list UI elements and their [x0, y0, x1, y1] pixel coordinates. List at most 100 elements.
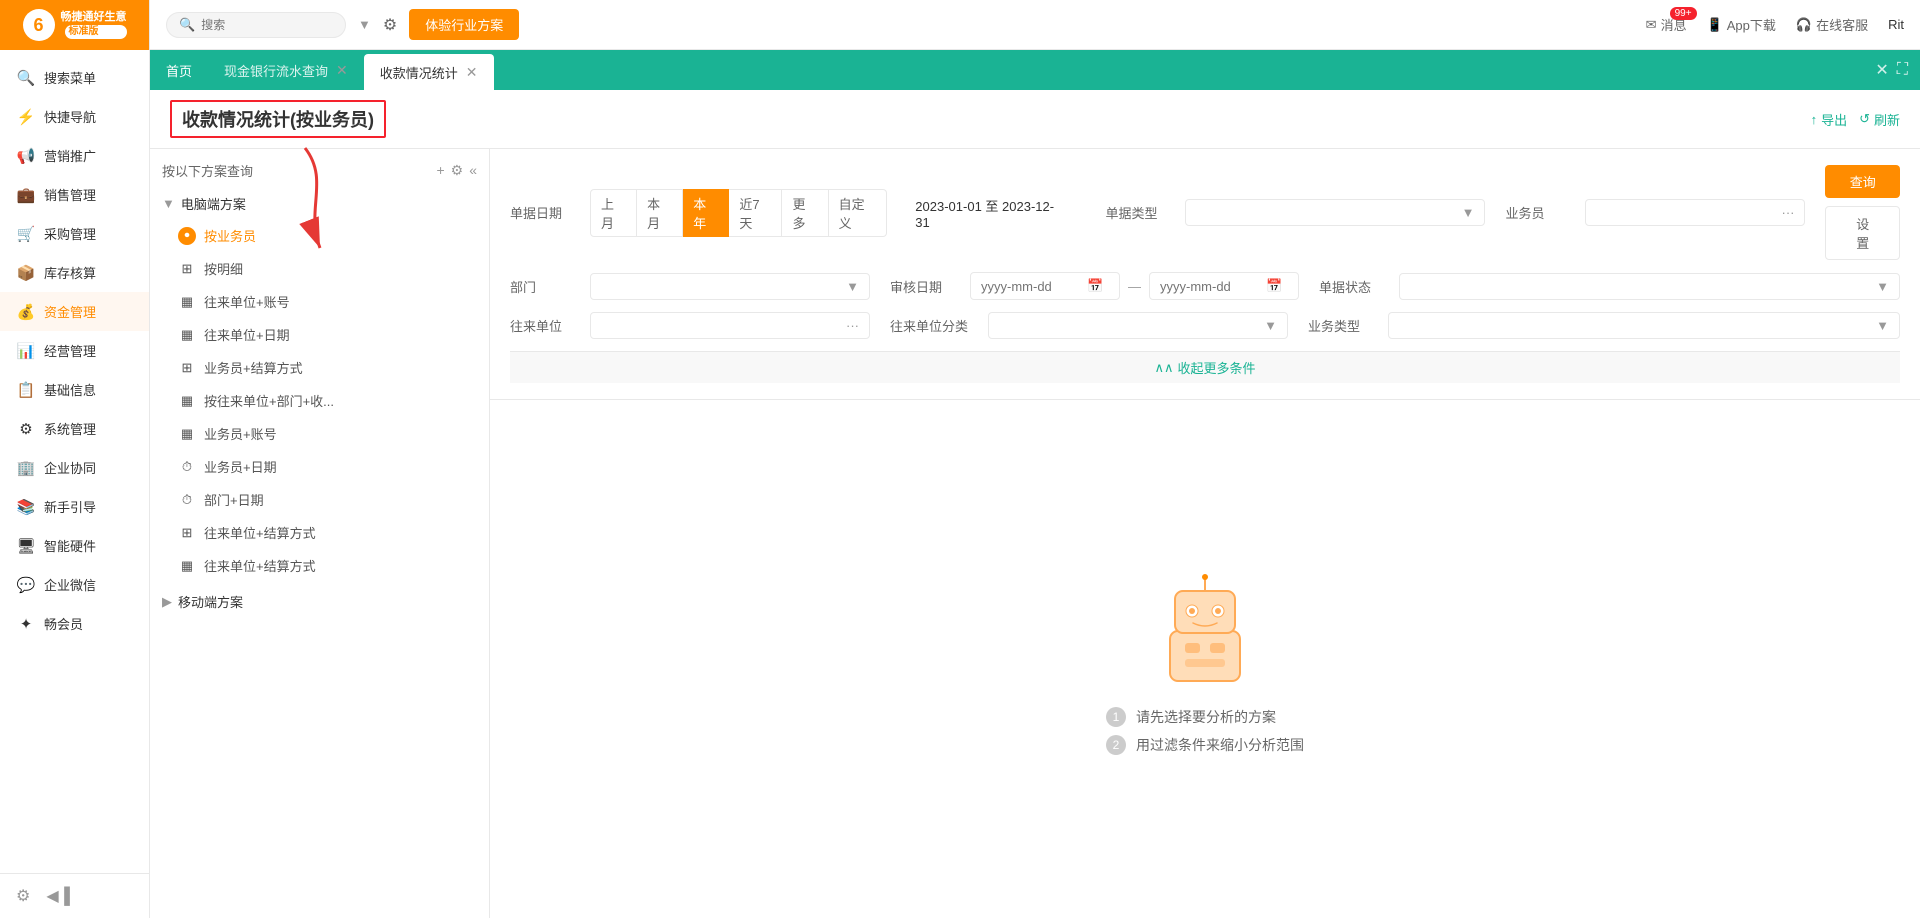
- tab-receipt-stats-close[interactable]: ✕: [466, 64, 478, 81]
- sidebar-item-fund[interactable]: 💰 资金管理: [0, 292, 149, 331]
- page-header-actions: ↑ 导出 ↺ 刷新: [1811, 110, 1900, 129]
- sidebar-item-search-menu[interactable]: 🔍 搜索菜单: [0, 58, 149, 97]
- audit-date-range: 📅 — 📅: [970, 272, 1299, 300]
- topbar-messages-btn[interactable]: ✉ 消息 99+: [1646, 15, 1687, 34]
- tip-num-1: 1: [1106, 707, 1126, 727]
- tab-close-all-btn[interactable]: ✕: [1875, 60, 1888, 80]
- desktop-scheme-title: 电脑端方案: [181, 194, 246, 213]
- sidebar-item-guide[interactable]: 📚 新手引导: [0, 487, 149, 526]
- topbar-app-download-btn[interactable]: 📱 App下载: [1707, 15, 1776, 34]
- audit-date-end[interactable]: 📅: [1149, 272, 1299, 300]
- sidebar-item-inventory[interactable]: 📦 库存核算: [0, 253, 149, 292]
- audit-date-start[interactable]: 📅: [970, 272, 1120, 300]
- logo-icon: 6: [23, 9, 55, 41]
- add-scheme-btn[interactable]: +: [436, 162, 444, 179]
- desktop-scheme-group: ▼ 电脑端方案 ⏺ 按业务员 ⊞ 按明细 ▦ 往来单位+账号 ▦ 往来单位: [150, 188, 489, 582]
- date-tab-custom[interactable]: 自定义: [829, 189, 888, 237]
- topbar-search-input[interactable]: [201, 18, 321, 32]
- sidebar-item-smart-hw[interactable]: 🖥 智能硬件: [0, 526, 149, 565]
- sidebar-item-enterprise[interactable]: 🏢 企业协同: [0, 448, 149, 487]
- tab-expand-btn[interactable]: ⛶: [1897, 61, 1908, 79]
- inventory-icon: 📦: [16, 264, 36, 282]
- partner-select[interactable]: ···: [590, 312, 870, 339]
- export-icon: ↑: [1811, 112, 1818, 127]
- tab-home[interactable]: 首页: [150, 50, 208, 90]
- dept-label: 部门: [510, 277, 570, 296]
- scheme-item-partner-dept-receipt[interactable]: ▦ 按往来单位+部门+收...: [150, 384, 489, 417]
- marketing-icon: 📢: [16, 147, 36, 165]
- refresh-btn[interactable]: ↺ 刷新: [1859, 110, 1900, 129]
- audit-date-start-input[interactable]: [981, 279, 1081, 294]
- sidebar-item-basic-info[interactable]: 📋 基础信息: [0, 370, 149, 409]
- scheme-item-salesman-date[interactable]: ⏱ 业务员+日期: [150, 450, 489, 483]
- salesman-select[interactable]: ···: [1585, 199, 1805, 226]
- scheme-item-by-detail[interactable]: ⊞ 按明细: [150, 252, 489, 285]
- dept-chevron: ▼: [846, 279, 859, 294]
- tabs-bar: 首页 现金银行流水查询 ✕ 收款情况统计 ✕ ✕ ⛶: [150, 50, 1920, 90]
- scheme-item-partner-settle1[interactable]: ⊞ 往来单位+结算方式: [150, 516, 489, 549]
- filter-date-tabs: 上月 本月 本年 近7天 更多 自定义: [590, 189, 887, 237]
- export-btn[interactable]: ↑ 导出: [1811, 110, 1848, 129]
- sidebar-item-member[interactable]: ✦ 畅会员: [0, 604, 149, 643]
- salesman-more-btn[interactable]: ···: [1781, 205, 1794, 220]
- left-panel-title: 按以下方案查询: [162, 161, 253, 180]
- active-scheme-indicator: ⏺: [178, 227, 196, 245]
- tip-num-2: 2: [1106, 735, 1126, 755]
- sidebar-item-quick-nav[interactable]: ⚡ 快捷导航: [0, 97, 149, 136]
- query-btn[interactable]: 查询: [1825, 165, 1900, 198]
- page-header: 收款情况统计(按业务员) ↑ 导出 ↺ 刷新: [150, 90, 1920, 149]
- sidebar-item-operation[interactable]: 📊 经营管理: [0, 331, 149, 370]
- tab-bank-flow-close[interactable]: ✕: [336, 62, 348, 79]
- doc-type-select[interactable]: ▼: [1185, 199, 1485, 226]
- date-tab-7days[interactable]: 近7天: [729, 189, 782, 237]
- scheme-item-salesman-settle[interactable]: ⊞ 业务员+结算方式: [150, 351, 489, 384]
- topbar-right-actions: ✉ 消息 99+ 📱 App下载 🎧 在线客服 Rit: [1646, 15, 1904, 34]
- topbar-search-box[interactable]: 🔍: [166, 12, 346, 38]
- setting-btn[interactable]: 设置: [1825, 206, 1900, 260]
- date-label: 单据日期: [510, 203, 570, 222]
- sidebar-item-purchase[interactable]: 🛒 采购管理: [0, 214, 149, 253]
- topbar-gear-icon[interactable]: ⚙: [383, 15, 397, 35]
- collapse-conditions-btn[interactable]: ∧∧ 收起更多条件: [510, 351, 1900, 383]
- main-content: 收款情况统计(按业务员) ↑ 导出 ↺ 刷新 按以下方案查询 + ⚙ «: [150, 90, 1920, 918]
- topbar-trial-btn[interactable]: 体验行业方案: [409, 9, 519, 40]
- biz-type-select[interactable]: ▼: [1388, 312, 1900, 339]
- scheme-item-partner-date[interactable]: ▦ 往来单位+日期: [150, 318, 489, 351]
- tab-receipt-stats[interactable]: 收款情况统计 ✕: [364, 54, 494, 90]
- sidebar-item-system[interactable]: ⚙ 系统管理: [0, 409, 149, 448]
- topbar-online-service-btn[interactable]: 🎧 在线客服: [1796, 15, 1868, 34]
- collapse-icon: ∧∧: [1154, 360, 1173, 376]
- filter-row-1: 单据日期 上月 本月 本年 近7天 更多 自定义 2023-01-01 至 20…: [510, 165, 1900, 260]
- topbar-dropdown-arrow[interactable]: ▼: [358, 17, 371, 32]
- operation-icon: 📊: [16, 342, 36, 360]
- dept-select[interactable]: ▼: [590, 273, 870, 300]
- tip-item-2: 2 用过滤条件来缩小分析范围: [1106, 735, 1304, 755]
- sidebar-item-sales[interactable]: 💼 销售管理: [0, 175, 149, 214]
- partner-more-btn[interactable]: ···: [846, 318, 859, 333]
- sidebar-settings-btn[interactable]: ⚙: [16, 886, 30, 906]
- page-title: 收款情况统计(按业务员): [170, 100, 386, 138]
- scheme-item-by-salesman[interactable]: ⏺ 按业务员: [150, 219, 489, 252]
- sidebar-collapse-btn[interactable]: ◀▐: [46, 886, 70, 906]
- scheme-item-partner-account[interactable]: ▦ 往来单位+账号: [150, 285, 489, 318]
- scheme-settings-btn[interactable]: ⚙: [451, 162, 464, 179]
- panel-collapse-btn[interactable]: «: [469, 162, 477, 179]
- date-tab-more[interactable]: 更多: [782, 189, 828, 237]
- scheme-item-partner-settle2[interactable]: ▦ 往来单位+结算方式: [150, 549, 489, 582]
- audit-date-end-input[interactable]: [1160, 279, 1260, 294]
- tab-bank-flow[interactable]: 现金银行流水查询 ✕: [208, 50, 364, 90]
- mobile-scheme-header[interactable]: ▶ 移动端方案: [150, 586, 489, 617]
- sidebar-item-wechat[interactable]: 💬 企业微信: [0, 565, 149, 604]
- scheme-item-salesman-account[interactable]: ▦ 业务员+账号: [150, 417, 489, 450]
- date-tab-this-year[interactable]: 本年: [683, 189, 729, 237]
- date-tab-this-month[interactable]: 本月: [637, 189, 683, 237]
- audit-date-label: 审核日期: [890, 277, 950, 296]
- sidebar-item-marketing[interactable]: 📢 营销推广: [0, 136, 149, 175]
- topbar-user-btn[interactable]: Rit: [1888, 17, 1904, 32]
- partner-settle2-icon: ▦: [178, 558, 196, 574]
- partner-category-select[interactable]: ▼: [988, 312, 1288, 339]
- doc-status-select[interactable]: ▼: [1399, 273, 1900, 300]
- date-tab-last-month[interactable]: 上月: [590, 189, 637, 237]
- scheme-item-dept-date[interactable]: ⏱ 部门+日期: [150, 483, 489, 516]
- desktop-scheme-header[interactable]: ▼ 电脑端方案: [150, 188, 489, 219]
